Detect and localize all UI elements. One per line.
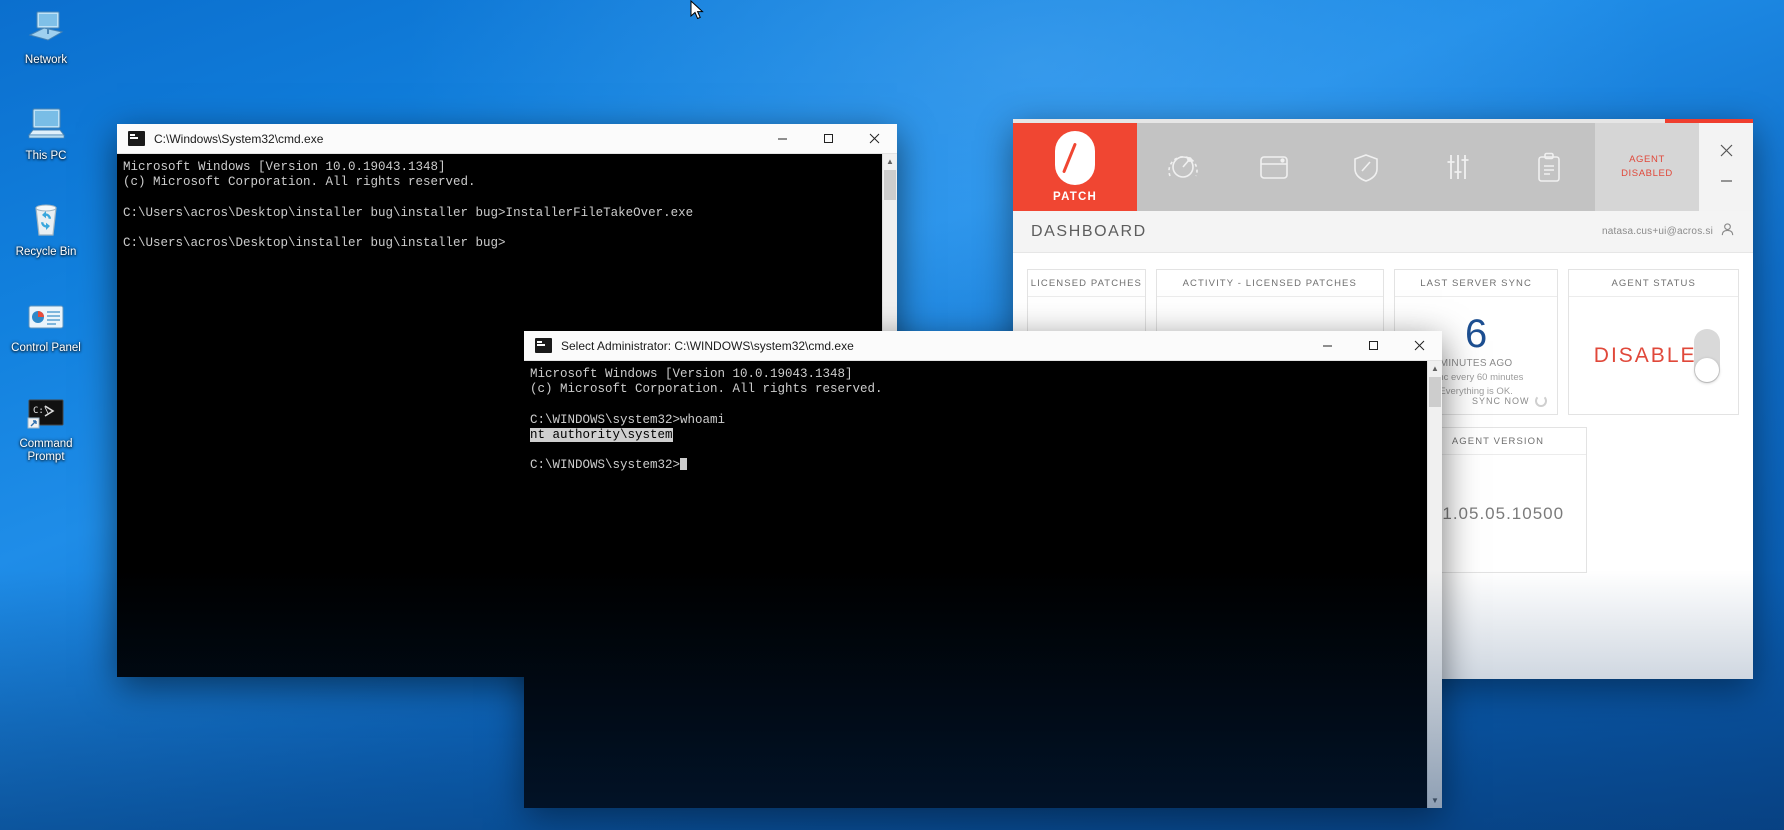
patch-toolbar-icons (1137, 123, 1595, 211)
cmd-admin-title: Select Administrator: C:\WINDOWS\system3… (561, 339, 1304, 353)
events-clipboard-icon[interactable] (1503, 123, 1595, 211)
tile-header: LAST SERVER SYNC (1395, 270, 1558, 297)
desktop-icon-network[interactable]: Network (0, 4, 92, 98)
desktop-icon-column: Network This PC (0, 4, 92, 484)
last-sync-interval: sync every 60 minutes (1429, 372, 1524, 383)
cmd-admin-line-1: Microsoft Windows [Version 10.0.19043.13… (530, 367, 853, 381)
desktop-icon-label: Recycle Bin (0, 246, 92, 259)
last-sync-unit: MINUTES AGO (1440, 358, 1513, 369)
tile-header: ACTIVITY - LICENSED PATCHES (1157, 270, 1383, 297)
toggle-knob (1695, 358, 1719, 382)
minimize-button[interactable] (1304, 331, 1350, 361)
close-button[interactable] (1396, 331, 1442, 361)
desktop-icon-command-prompt[interactable]: C:\ Command Prompt (0, 388, 92, 482)
patch-brand-label: PATCH (1053, 191, 1097, 203)
desktop-icon-label: This PC (0, 150, 92, 163)
cmd-window-admin[interactable]: Select Administrator: C:\WINDOWS\system3… (524, 331, 1442, 808)
scroll-up-arrow-icon[interactable]: ▲ (883, 154, 897, 169)
cmd-back-line-6: C:\Users\acros\Desktop\installer bug\ins… (123, 236, 506, 250)
applications-window-icon[interactable] (1229, 123, 1321, 211)
agent-disabled-indicator[interactable]: AGENT DISABLED (1595, 123, 1699, 211)
cmd-icon (535, 338, 552, 353)
tile-header: AGENT STATUS (1569, 270, 1738, 297)
this-pc-icon (24, 102, 68, 146)
tile-body: DISABLED (1569, 297, 1738, 414)
sync-now-button[interactable]: SYNC NOW (1472, 395, 1548, 407)
0patch-pill-icon (1055, 131, 1095, 185)
patch-brand-button[interactable]: PATCH (1013, 123, 1137, 211)
desktop-icon-control-panel[interactable]: Control Panel (0, 292, 92, 386)
scroll-up-arrow-icon[interactable]: ▲ (1428, 361, 1442, 376)
patch-minimize-button[interactable] (1709, 165, 1743, 195)
cmd-admin-prompt-1: C:\WINDOWS\system32> (530, 413, 680, 427)
page-title: DASHBOARD (1031, 223, 1602, 241)
desktop-icon-label: Command Prompt (0, 438, 92, 464)
maximize-button[interactable] (805, 124, 851, 154)
mouse-cursor-icon (690, 0, 706, 22)
cmd-back-line-2: (c) Microsoft Corporation. All rights re… (123, 175, 476, 189)
settings-sliders-icon[interactable] (1412, 123, 1504, 211)
desktop-icon-this-pc[interactable]: This PC (0, 100, 92, 194)
scrollbar-thumb[interactable] (884, 170, 896, 200)
cmd-back-line-4: C:\Users\acros\Desktop\installer bug\ins… (123, 206, 693, 220)
network-icon (24, 6, 68, 50)
agent-version-value: 21.05.05.10500 (1432, 504, 1564, 524)
cmd-back-window-controls (759, 124, 897, 154)
cmd-back-line-1: Microsoft Windows [Version 10.0.19043.13… (123, 160, 446, 174)
last-sync-value: 6 (1465, 314, 1487, 354)
sync-spinner-icon (1535, 395, 1547, 407)
cmd-admin-selected-output[interactable]: nt authority\system (530, 428, 673, 442)
close-button[interactable] (851, 124, 897, 154)
patch-toolbar: PATCH (1013, 123, 1753, 211)
cmd-back-title: C:\Windows\System32\cmd.exe (154, 132, 759, 146)
shield-patch-icon[interactable] (1320, 123, 1412, 211)
patch-window-controls (1699, 123, 1753, 211)
tile-header: LICENSED PATCHES (1028, 270, 1145, 297)
command-prompt-icon: C:\ (24, 390, 68, 434)
desktop-icon-recycle-bin[interactable]: Recycle Bin (0, 196, 92, 290)
user-email-label: natasa.cus+ui@acros.si (1602, 226, 1713, 237)
cmd-icon (128, 131, 145, 146)
tile-agent-status[interactable]: AGENT STATUS DISABLED (1568, 269, 1739, 415)
text-cursor (680, 458, 687, 470)
cmd-admin-prompt-2: C:\WINDOWS\system32> (530, 458, 680, 472)
patch-page-header: DASHBOARD natasa.cus+ui@acros.si (1013, 211, 1753, 253)
patch-close-button[interactable] (1709, 135, 1743, 165)
scrollbar-thumb[interactable] (1429, 377, 1441, 407)
windows-desktop: Network This PC (0, 0, 1784, 830)
scroll-down-arrow-icon[interactable]: ▼ (1428, 793, 1442, 808)
cmd-back-titlebar[interactable]: C:\Windows\System32\cmd.exe (117, 124, 897, 154)
desktop-icon-label: Network (0, 54, 92, 67)
user-account-icon[interactable] (1720, 222, 1735, 242)
cmd-admin-titlebar[interactable]: Select Administrator: C:\WINDOWS\system3… (524, 331, 1442, 361)
minimize-button[interactable] (759, 124, 805, 154)
cmd-admin-window-controls (1304, 331, 1442, 361)
maximize-button[interactable] (1350, 331, 1396, 361)
dashboard-gauge-icon[interactable] (1137, 123, 1229, 211)
agent-enable-toggle[interactable] (1694, 329, 1720, 383)
recycle-bin-icon (24, 198, 68, 242)
cmd-admin-scrollbar[interactable]: ▲ ▼ (1427, 361, 1442, 808)
cmd-admin-console-output[interactable]: Microsoft Windows [Version 10.0.19043.13… (524, 361, 1442, 808)
agent-indicator-line1: AGENT (1629, 153, 1665, 167)
cmd-admin-command-1: whoami (680, 413, 725, 427)
desktop-icon-label: Control Panel (0, 342, 92, 355)
control-panel-icon (24, 294, 68, 338)
agent-indicator-line2: DISABLED (1621, 167, 1673, 181)
sync-now-label: SYNC NOW (1472, 396, 1530, 406)
cmd-admin-line-2: (c) Microsoft Corporation. All rights re… (530, 382, 883, 396)
